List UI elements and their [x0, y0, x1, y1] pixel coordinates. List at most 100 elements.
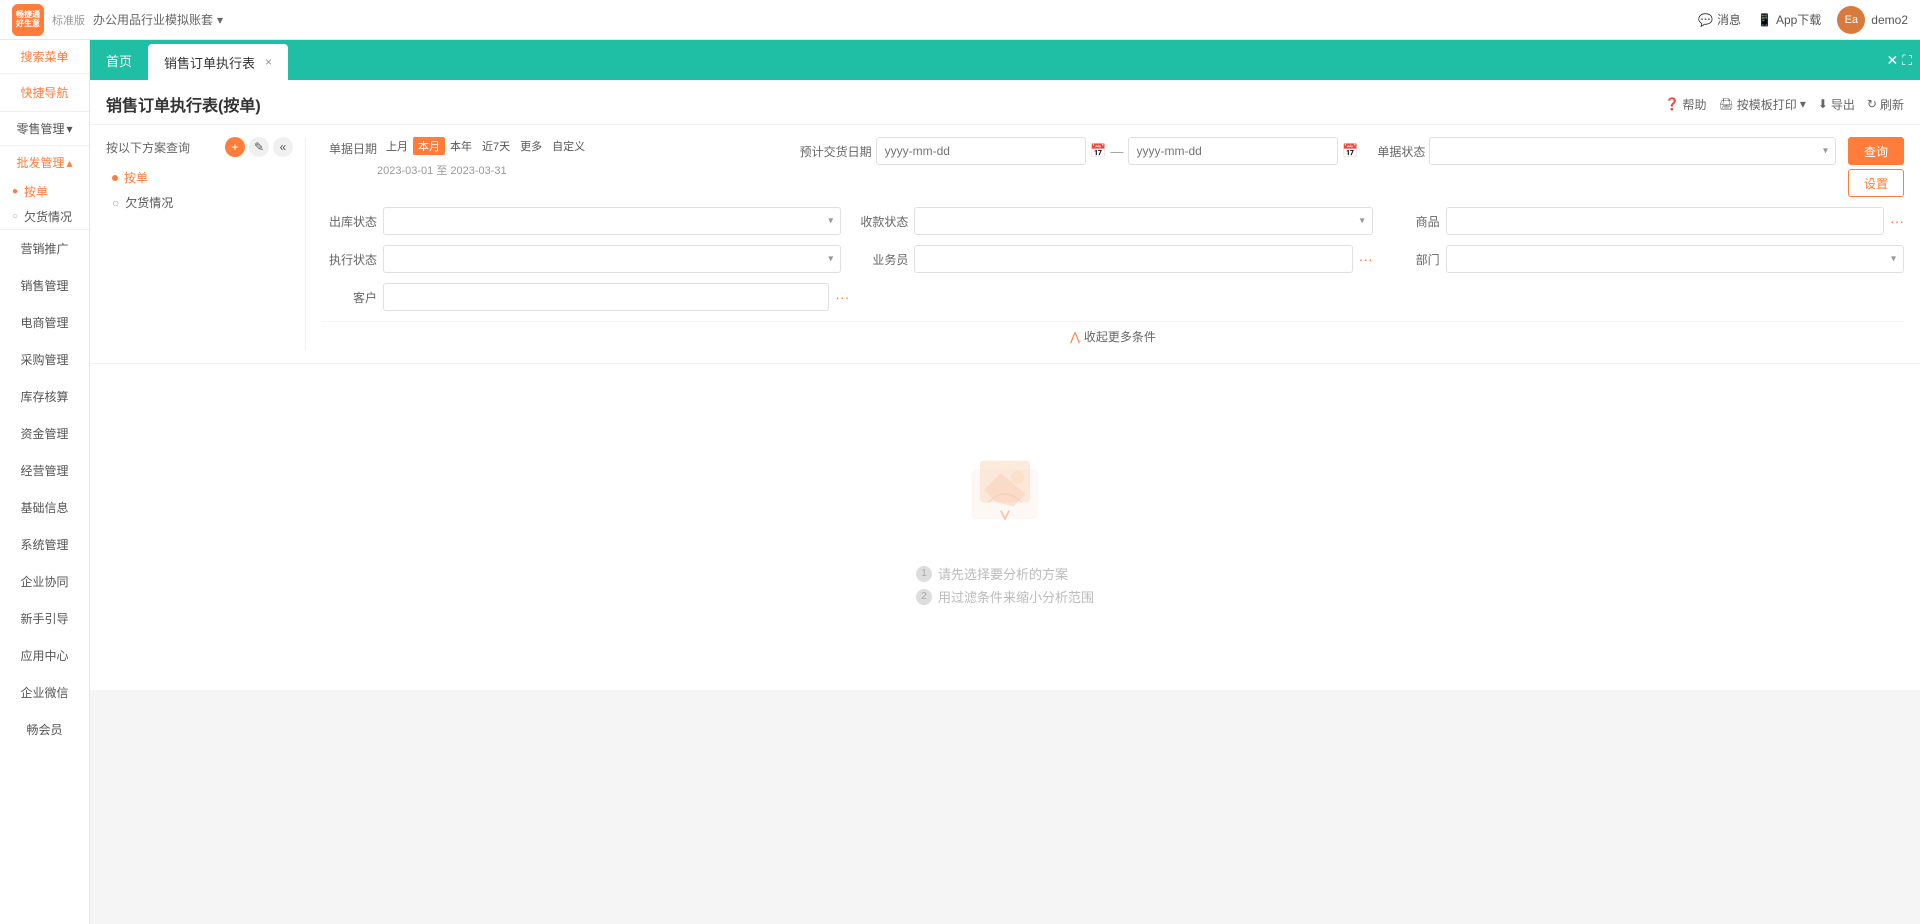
sales-label: 销售管理: [20, 277, 68, 294]
scheme-active-dot: [112, 175, 118, 181]
delivery-status-select[interactable]: [383, 207, 841, 235]
enterprise-label: 企业协同: [20, 573, 68, 590]
apps-label: 应用中心: [20, 647, 68, 664]
doc-date-group: 单据日期 上月 本月 本年 近7天 更多 自定义: [322, 137, 788, 178]
sidebar-item-retail[interactable]: 零售管理 ▾: [0, 112, 89, 145]
sidebar-item-basic-info[interactable]: 基础信息: [0, 489, 89, 526]
print-btn[interactable]: 🖨 按模板打印 ▾: [1719, 96, 1806, 113]
tab-window-close[interactable]: ✕: [1886, 52, 1898, 69]
sidebar-item-wholesale[interactable]: 批发管理 ▴: [0, 146, 89, 179]
customer-dots[interactable]: ···: [835, 289, 849, 305]
doc-status-select[interactable]: [1429, 137, 1836, 165]
sidebar-item-member[interactable]: 畅会员: [0, 711, 89, 748]
sidebar-item-finance[interactable]: 资金管理: [0, 415, 89, 452]
page-inner: 销售订单执行表(按单) ❓ 帮助 🖨 按模板打印 ▾: [90, 80, 1920, 690]
dept-group: 部门 ▾: [1385, 245, 1904, 273]
app-download-btn[interactable]: 📱 App下载: [1757, 11, 1821, 28]
date-tab-this-year[interactable]: 本年: [445, 137, 477, 155]
delivery-status-group: 出库状态 ▾: [322, 207, 841, 235]
sidebar-item-purchase[interactable]: 采购管理: [0, 341, 89, 378]
user-info[interactable]: Ea demo2: [1837, 6, 1908, 34]
forecast-date-group: 预计交货日期 📅 — 📅: [800, 137, 1359, 165]
sidebar-item-sales[interactable]: 销售管理: [0, 267, 89, 304]
scheme-item-shortage[interactable]: ○ 欠货情况: [106, 190, 293, 215]
sidebar-item-ecommerce[interactable]: 电商管理: [0, 304, 89, 341]
sidebar-item-system[interactable]: 系统管理: [0, 526, 89, 563]
tip-num-2: 2: [916, 589, 932, 605]
customer-input[interactable]: [383, 283, 829, 311]
date-tab-custom[interactable]: 自定义: [547, 137, 590, 155]
product-dots[interactable]: ···: [1890, 213, 1904, 229]
forecast-date-start[interactable]: [876, 137, 1087, 165]
tab-home[interactable]: 首页: [90, 40, 148, 80]
delivery-status-label: 出库状态: [322, 213, 377, 230]
sidebar-search[interactable]: 搜索菜单: [0, 40, 89, 74]
date-tab-this-month[interactable]: 本月: [413, 137, 445, 155]
date-tab-more[interactable]: 更多: [515, 137, 547, 155]
empty-illustration: [955, 444, 1055, 544]
sidebar-item-marketing[interactable]: 营销推广: [0, 230, 89, 267]
product-input[interactable]: [1446, 207, 1884, 235]
exec-status-group: 执行状态 ▾: [322, 245, 841, 273]
sidebar-item-inventory[interactable]: 库存核算: [0, 378, 89, 415]
collapse-btn[interactable]: ⋀ 收起更多条件: [1070, 328, 1156, 345]
query-btn[interactable]: 查询: [1848, 137, 1904, 165]
quick-nav-label[interactable]: 快捷导航: [0, 78, 89, 107]
sidebar-item-business[interactable]: 经营管理: [0, 452, 89, 489]
filter-panel: 按以下方案查询 + ✎ «: [90, 125, 1920, 364]
salesman-dots[interactable]: ···: [1359, 251, 1373, 267]
salesman-input[interactable]: [914, 245, 1352, 273]
sidebar-item-guide[interactable]: 新手引导: [0, 600, 89, 637]
tab-close-btn[interactable]: ×: [265, 55, 272, 69]
forecast-date-end[interactable]: [1128, 137, 1339, 165]
by-order-label: 按单: [24, 183, 48, 200]
tab-sales-order[interactable]: 销售订单执行表 ×: [148, 44, 288, 80]
receipt-status-select[interactable]: [914, 207, 1372, 235]
scheme-by-order-label: 按单: [124, 169, 148, 186]
scheme-item-by-order[interactable]: 按单: [106, 165, 293, 190]
print-icon: 🖨: [1719, 97, 1734, 111]
filter-row-2: 出库状态 ▾: [322, 207, 1904, 235]
page-content: 销售订单执行表(按单) ❓ 帮助 🖨 按模板打印 ▾: [90, 80, 1920, 924]
exec-status-select[interactable]: [383, 245, 841, 273]
sidebar-item-apps[interactable]: 应用中心: [0, 637, 89, 674]
settings-btn[interactable]: 设置: [1848, 169, 1904, 197]
date-tab-7days[interactable]: 近7天: [477, 137, 515, 155]
forecast-date-label: 预计交货日期: [800, 143, 872, 160]
retail-label: 零售管理: [16, 120, 64, 137]
sidebar-item-enterprise[interactable]: 企业协同: [0, 563, 89, 600]
scheme-header: 按以下方案查询 + ✎ «: [106, 137, 293, 157]
top-bar: 畅捷通好生意 标准版 办公用品行业模拟账套 ▾ 💬 消息 📱 App下载 Ea …: [0, 0, 1920, 40]
scheme-add-btn[interactable]: +: [225, 137, 245, 157]
tab-window-expand[interactable]: ⛶: [1902, 52, 1912, 69]
date-sep: —: [1111, 144, 1124, 159]
shortage-label: 欠货情况: [24, 208, 72, 225]
tip-num-1: 1: [916, 566, 932, 582]
sidebar-sub-item-by-order[interactable]: ● 按单: [0, 179, 89, 204]
empty-tips: 1 请先选择要分析的方案 2 用过滤条件来缩小分析范围: [916, 560, 1094, 610]
query-btn-group: 查询 设置: [1848, 137, 1904, 197]
purchase-label: 采购管理: [20, 351, 68, 368]
message-icon: 💬: [1698, 13, 1713, 27]
scheme-collapse-btn[interactable]: «: [273, 137, 293, 157]
scheme-edit-btn[interactable]: ✎: [249, 137, 269, 157]
receipt-status-wrapper: ▾: [914, 207, 1372, 235]
page-title: 销售订单执行表(按单): [106, 92, 261, 116]
shortage-icon: ○: [12, 211, 18, 222]
sidebar-item-wechat[interactable]: 企业微信: [0, 674, 89, 711]
sidebar: 搜索菜单 快捷导航 零售管理 ▾ 批发管理 ▴ ● 按单: [0, 40, 90, 924]
help-btn[interactable]: ❓ 帮助: [1665, 96, 1707, 113]
account-name: 办公用品行业模拟账套: [93, 11, 213, 28]
sidebar-sub-item-shortage[interactable]: ○ 欠货情况: [0, 204, 89, 229]
filter-layout: 按以下方案查询 + ✎ «: [106, 137, 1904, 351]
date-tab-last-month[interactable]: 上月: [381, 137, 413, 155]
refresh-btn[interactable]: ↻ 刷新: [1867, 96, 1904, 113]
empty-state: 1 请先选择要分析的方案 2 用过滤条件来缩小分析范围: [90, 364, 1920, 690]
print-arrow: ▾: [1800, 97, 1806, 111]
dept-select[interactable]: [1446, 245, 1904, 273]
export-btn[interactable]: ⬇ 导出: [1818, 96, 1855, 113]
doc-status-group: 单据状态 ▾: [1370, 137, 1836, 165]
account-title[interactable]: 办公用品行业模拟账套 ▾: [93, 11, 223, 28]
message-btn[interactable]: 💬 消息: [1698, 11, 1741, 28]
scheme-actions: + ✎ «: [225, 137, 293, 157]
